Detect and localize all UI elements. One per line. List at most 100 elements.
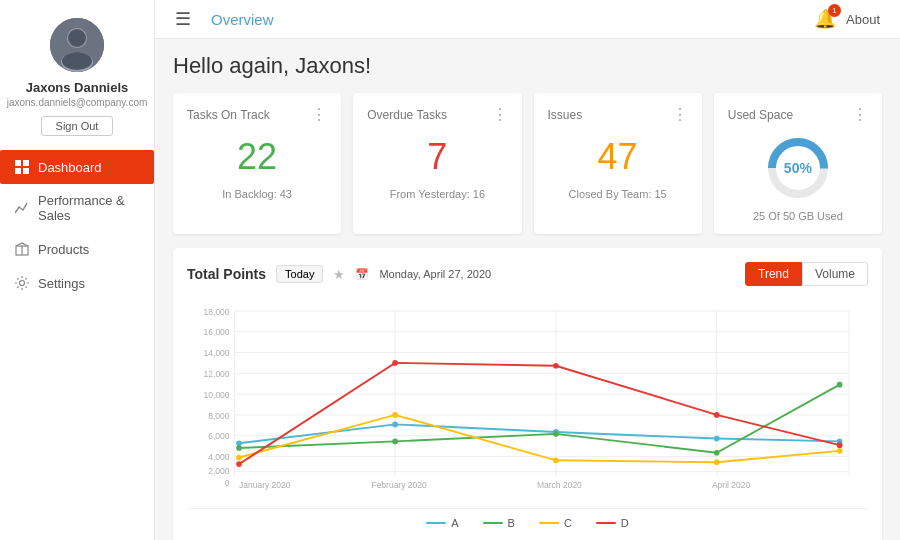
- sidebar-item-label: Settings: [38, 276, 85, 291]
- legend-item-d: D: [596, 517, 629, 529]
- svg-text:2,000: 2,000: [208, 467, 230, 477]
- svg-point-54: [553, 457, 559, 463]
- svg-point-47: [236, 445, 242, 451]
- hamburger-icon[interactable]: ☰: [175, 8, 191, 30]
- card-title: Tasks On Track: [187, 108, 270, 122]
- svg-text:10,000: 10,000: [204, 390, 230, 400]
- svg-text:18,000: 18,000: [204, 307, 230, 317]
- legend-color-b: [483, 522, 503, 524]
- avatar: [50, 18, 104, 72]
- user-email: jaxons.danniels@company.com: [0, 97, 155, 108]
- svg-point-3: [68, 29, 86, 47]
- svg-rect-8: [23, 168, 29, 174]
- user-name: Jaxons Danniels: [26, 80, 129, 95]
- card-title: Overdue Tasks: [367, 108, 447, 122]
- card-menu-icon[interactable]: ⋮: [852, 105, 868, 124]
- stat-sub: In Backlog: 43: [187, 188, 327, 200]
- header-right: 🔔 1 About: [814, 8, 880, 30]
- chart-btn-group: Trend Volume: [745, 262, 868, 286]
- about-link[interactable]: About: [846, 12, 880, 27]
- sidebar-item-dashboard[interactable]: Dashboard: [0, 150, 154, 184]
- stat-value: 7: [367, 130, 507, 184]
- stat-card-overdue-tasks: Overdue Tasks ⋮ 7 From Yesterday: 16: [353, 93, 521, 234]
- svg-point-48: [392, 439, 398, 445]
- sidebar-item-settings[interactable]: Settings: [0, 266, 154, 300]
- content-area: Hello again, Jaxons! Tasks On Track ⋮ 22…: [155, 39, 900, 540]
- svg-point-53: [392, 412, 398, 418]
- svg-point-43: [392, 422, 398, 428]
- gear-icon: [14, 275, 30, 291]
- svg-text:12,000: 12,000: [204, 369, 230, 379]
- svg-point-45: [714, 436, 720, 442]
- stat-sub: 25 Of 50 GB Used: [728, 210, 868, 222]
- svg-point-49: [553, 431, 559, 437]
- stat-sub: From Yesterday: 16: [367, 188, 507, 200]
- svg-point-50: [714, 450, 720, 456]
- chart-title: Total Points: [187, 266, 266, 282]
- stat-card-used-space: Used Space ⋮ 50% 25 Of 50 GB Used: [714, 93, 882, 234]
- volume-button[interactable]: Volume: [802, 262, 868, 286]
- overview-link[interactable]: Overview: [211, 11, 274, 28]
- svg-point-57: [236, 461, 242, 467]
- svg-point-61: [837, 442, 843, 448]
- svg-point-4: [62, 52, 92, 70]
- svg-point-11: [20, 281, 25, 286]
- notification-button[interactable]: 🔔 1: [814, 8, 836, 30]
- svg-text:4,000: 4,000: [208, 452, 230, 462]
- greeting: Hello again, Jaxons!: [173, 53, 882, 79]
- svg-text:January 2020: January 2020: [239, 480, 291, 490]
- main-content: ☰ Overview 🔔 1 About Hello again, Jaxons…: [155, 0, 900, 540]
- legend-item-b: B: [483, 517, 515, 529]
- top-header: ☰ Overview 🔔 1 About: [155, 0, 900, 39]
- grid-icon: [14, 159, 30, 175]
- today-button[interactable]: Today: [276, 265, 323, 283]
- chart-section: Total Points Today ★ 📅 Monday, April 27,…: [173, 248, 882, 540]
- sidebar-item-performance[interactable]: Performance & Sales: [0, 184, 154, 232]
- nav-menu: Dashboard Performance & Sales Products S…: [0, 150, 154, 300]
- svg-text:0: 0: [225, 478, 230, 488]
- stat-sub: Closed By Team: 15: [548, 188, 688, 200]
- svg-point-56: [837, 448, 843, 454]
- sidebar: Jaxons Danniels jaxons.danniels@company.…: [0, 0, 155, 540]
- legend-color-c: [539, 522, 559, 524]
- star-icon[interactable]: ★: [333, 267, 345, 282]
- svg-point-51: [837, 382, 843, 388]
- card-menu-icon[interactable]: ⋮: [492, 105, 508, 124]
- legend-item-c: C: [539, 517, 572, 529]
- legend-label-a: A: [451, 517, 458, 529]
- donut-label: 50%: [784, 160, 812, 176]
- sidebar-item-label: Products: [38, 242, 89, 257]
- card-title: Issues: [548, 108, 583, 122]
- stat-value: 22: [187, 130, 327, 184]
- card-menu-icon[interactable]: ⋮: [672, 105, 688, 124]
- legend-item-a: A: [426, 517, 458, 529]
- legend-color-a: [426, 522, 446, 524]
- svg-text:March 2020: March 2020: [537, 480, 582, 490]
- svg-text:8,000: 8,000: [208, 411, 230, 421]
- sidebar-item-label: Dashboard: [38, 160, 102, 175]
- svg-point-52: [236, 455, 242, 461]
- sidebar-item-products[interactable]: Products: [0, 232, 154, 266]
- svg-point-60: [714, 412, 720, 418]
- svg-rect-6: [23, 160, 29, 166]
- calendar-icon: 📅: [355, 268, 369, 281]
- legend-label-c: C: [564, 517, 572, 529]
- svg-point-55: [714, 459, 720, 465]
- notif-badge: 1: [828, 4, 841, 17]
- trend-button[interactable]: Trend: [745, 262, 802, 286]
- sign-out-button[interactable]: Sign Out: [41, 116, 114, 136]
- stat-card-issues: Issues ⋮ 47 Closed By Team: 15: [534, 93, 702, 234]
- stat-card-tasks-on-track: Tasks On Track ⋮ 22 In Backlog: 43: [173, 93, 341, 234]
- legend-color-d: [596, 522, 616, 524]
- sidebar-item-label: Performance & Sales: [38, 193, 140, 223]
- card-menu-icon[interactable]: ⋮: [311, 105, 327, 124]
- legend-label-d: D: [621, 517, 629, 529]
- svg-text:6,000: 6,000: [208, 432, 230, 442]
- svg-text:16,000: 16,000: [204, 327, 230, 337]
- box-icon: [14, 241, 30, 257]
- svg-point-58: [392, 360, 398, 366]
- svg-rect-7: [15, 168, 21, 174]
- stat-cards: Tasks On Track ⋮ 22 In Backlog: 43 Overd…: [173, 93, 882, 234]
- line-chart: 18,000 16,000 14,000 12,000 10,000 8,000…: [187, 296, 868, 496]
- svg-rect-5: [15, 160, 21, 166]
